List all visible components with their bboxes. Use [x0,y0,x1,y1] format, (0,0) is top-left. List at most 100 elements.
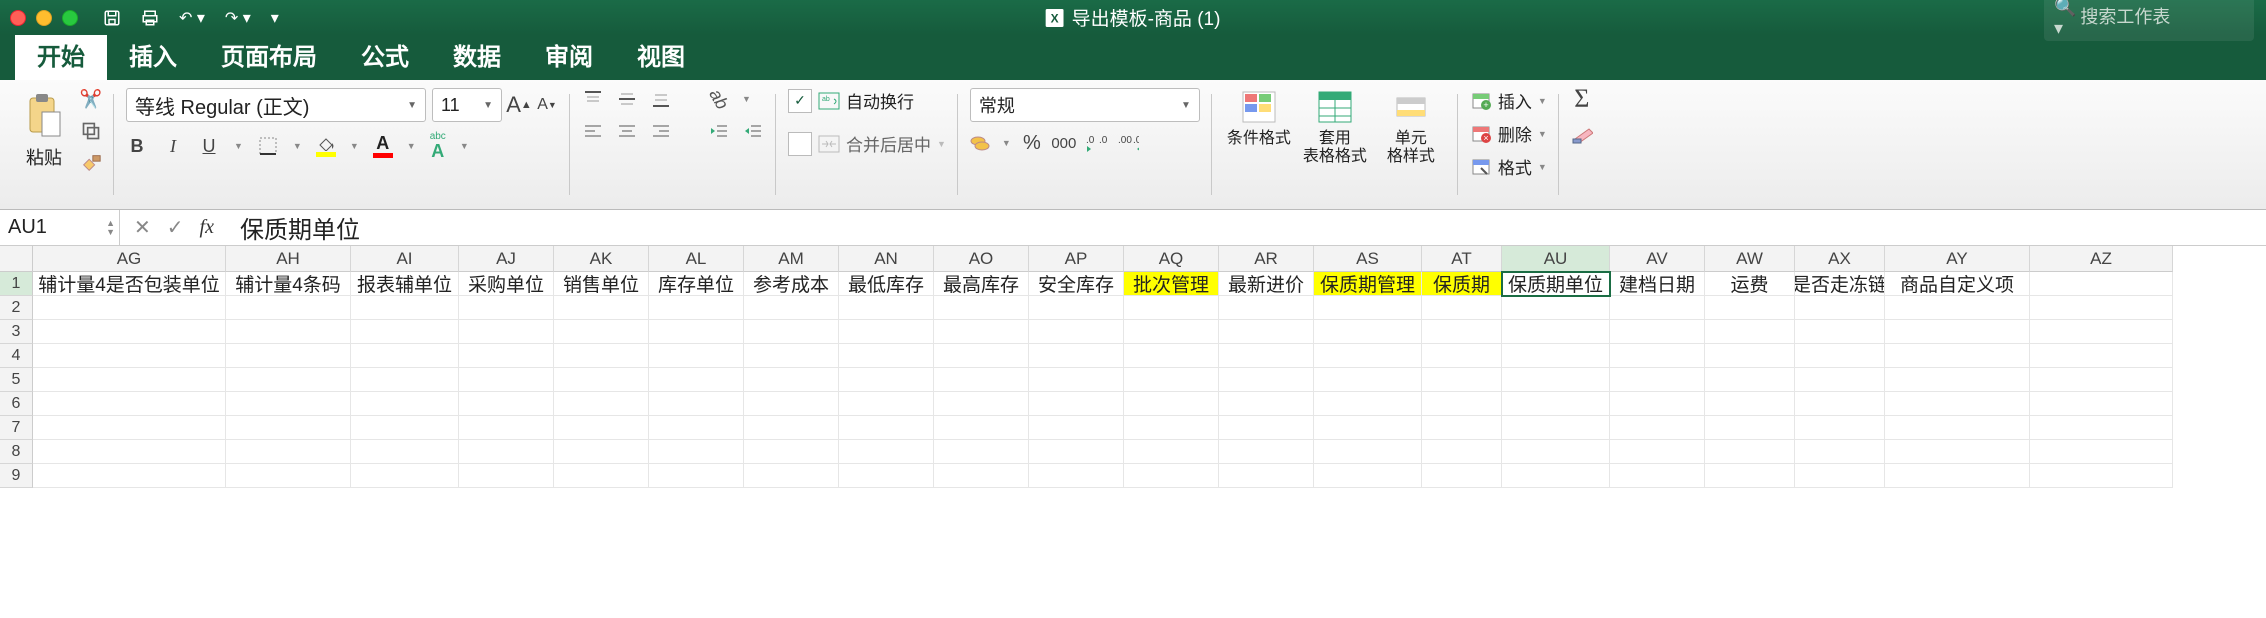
cell[interactable] [2030,464,2173,488]
cell[interactable]: 辅计量4是否包装单位 [33,272,226,296]
italic-icon[interactable]: I [162,135,184,157]
cell[interactable] [1795,320,1885,344]
cell[interactable] [1502,440,1610,464]
cell[interactable] [839,440,934,464]
column-header[interactable]: AV [1610,246,1705,272]
cell[interactable] [459,368,554,392]
search-box[interactable]: 🔍▾ [2044,0,2254,41]
cell[interactable] [1314,440,1422,464]
cell[interactable] [2030,296,2173,320]
cell[interactable] [1610,368,1705,392]
cell[interactable] [1610,392,1705,416]
cell[interactable] [649,320,744,344]
row-header[interactable]: 7 [0,416,33,440]
cell[interactable] [33,464,226,488]
cell[interactable] [33,296,226,320]
align-center-icon[interactable] [616,120,638,142]
wrap-text-button[interactable]: ab 自动换行 [788,88,946,113]
redo-icon[interactable]: ↷ ▾ [225,8,251,28]
cell[interactable]: 建档日期 [1610,272,1705,296]
cell[interactable]: 采购单位 [459,272,554,296]
column-header[interactable]: AJ [459,246,554,272]
cell[interactable] [1885,296,2030,320]
column-header[interactable]: AM [744,246,839,272]
cell[interactable] [934,416,1029,440]
tab-开始[interactable]: 开始 [15,29,107,80]
cell[interactable] [1314,320,1422,344]
cell[interactable] [1795,368,1885,392]
cell[interactable] [226,320,351,344]
cell[interactable] [226,344,351,368]
percent-icon[interactable]: % [1021,132,1043,154]
cell[interactable] [1705,296,1795,320]
clear-icon[interactable] [1571,124,1593,146]
cell[interactable] [1610,416,1705,440]
cell[interactable] [839,416,934,440]
cell[interactable] [2030,272,2173,296]
spreadsheet-grid[interactable]: AGAHAIAJAKALAMANAOAPAQARASATAUAVAWAXAYAZ… [0,246,2266,488]
cell[interactable]: 商品自定义项 [1885,272,2030,296]
cell[interactable] [351,296,459,320]
cell[interactable] [554,416,649,440]
cell[interactable] [649,296,744,320]
cell[interactable] [2030,440,2173,464]
tab-视图[interactable]: 视图 [615,29,707,80]
cell[interactable] [2030,344,2173,368]
cell[interactable] [1124,464,1219,488]
cell[interactable] [351,464,459,488]
cell[interactable] [33,440,226,464]
cell[interactable] [1314,344,1422,368]
cell[interactable] [1029,296,1124,320]
cell[interactable] [1885,392,2030,416]
comma-icon[interactable]: 000 [1053,132,1075,154]
cell[interactable] [1610,440,1705,464]
tab-审阅[interactable]: 审阅 [523,29,615,80]
cell[interactable] [226,296,351,320]
enter-formula-icon[interactable]: ✓ [167,215,184,240]
font-size-dropdown[interactable]: 11▼ [432,88,502,122]
column-header[interactable]: AU [1502,246,1610,272]
cell[interactable] [1029,440,1124,464]
column-header[interactable]: AK [554,246,649,272]
cell[interactable] [1219,392,1314,416]
cell[interactable] [554,440,649,464]
cell[interactable] [1422,464,1502,488]
increase-font-icon[interactable]: A▲ [508,94,530,116]
cell[interactable] [1219,464,1314,488]
cell[interactable] [839,464,934,488]
column-header[interactable]: AP [1029,246,1124,272]
tab-公式[interactable]: 公式 [339,29,431,80]
cell[interactable] [459,344,554,368]
cell[interactable] [744,320,839,344]
cell[interactable] [1795,344,1885,368]
cell[interactable] [459,464,554,488]
cell[interactable] [1705,464,1795,488]
cell[interactable]: 报表辅单位 [351,272,459,296]
cell[interactable] [1422,392,1502,416]
cell[interactable] [1219,416,1314,440]
cell[interactable] [1610,320,1705,344]
cell[interactable] [1502,368,1610,392]
cell[interactable] [649,440,744,464]
cell[interactable] [1502,344,1610,368]
column-header[interactable]: AL [649,246,744,272]
cell[interactable] [226,464,351,488]
select-all-corner[interactable] [0,246,33,272]
cell[interactable] [2030,392,2173,416]
cell[interactable] [1422,296,1502,320]
cell[interactable] [1885,344,2030,368]
decrease-font-icon[interactable]: A▼ [536,94,558,116]
column-header[interactable]: AT [1422,246,1502,272]
align-bottom-icon[interactable] [650,88,672,110]
cell[interactable] [33,344,226,368]
cell[interactable] [554,392,649,416]
qat-customize-icon[interactable]: ▾ [271,8,279,28]
column-header[interactable]: AO [934,246,1029,272]
cell[interactable]: 运费 [1705,272,1795,296]
name-box[interactable]: AU1 ▲▼ [0,210,120,245]
cell[interactable] [1610,464,1705,488]
align-top-icon[interactable] [582,88,604,110]
insert-cells-button[interactable]: + 插入▼ [1470,88,1547,113]
cell[interactable] [226,440,351,464]
cell[interactable] [1219,344,1314,368]
